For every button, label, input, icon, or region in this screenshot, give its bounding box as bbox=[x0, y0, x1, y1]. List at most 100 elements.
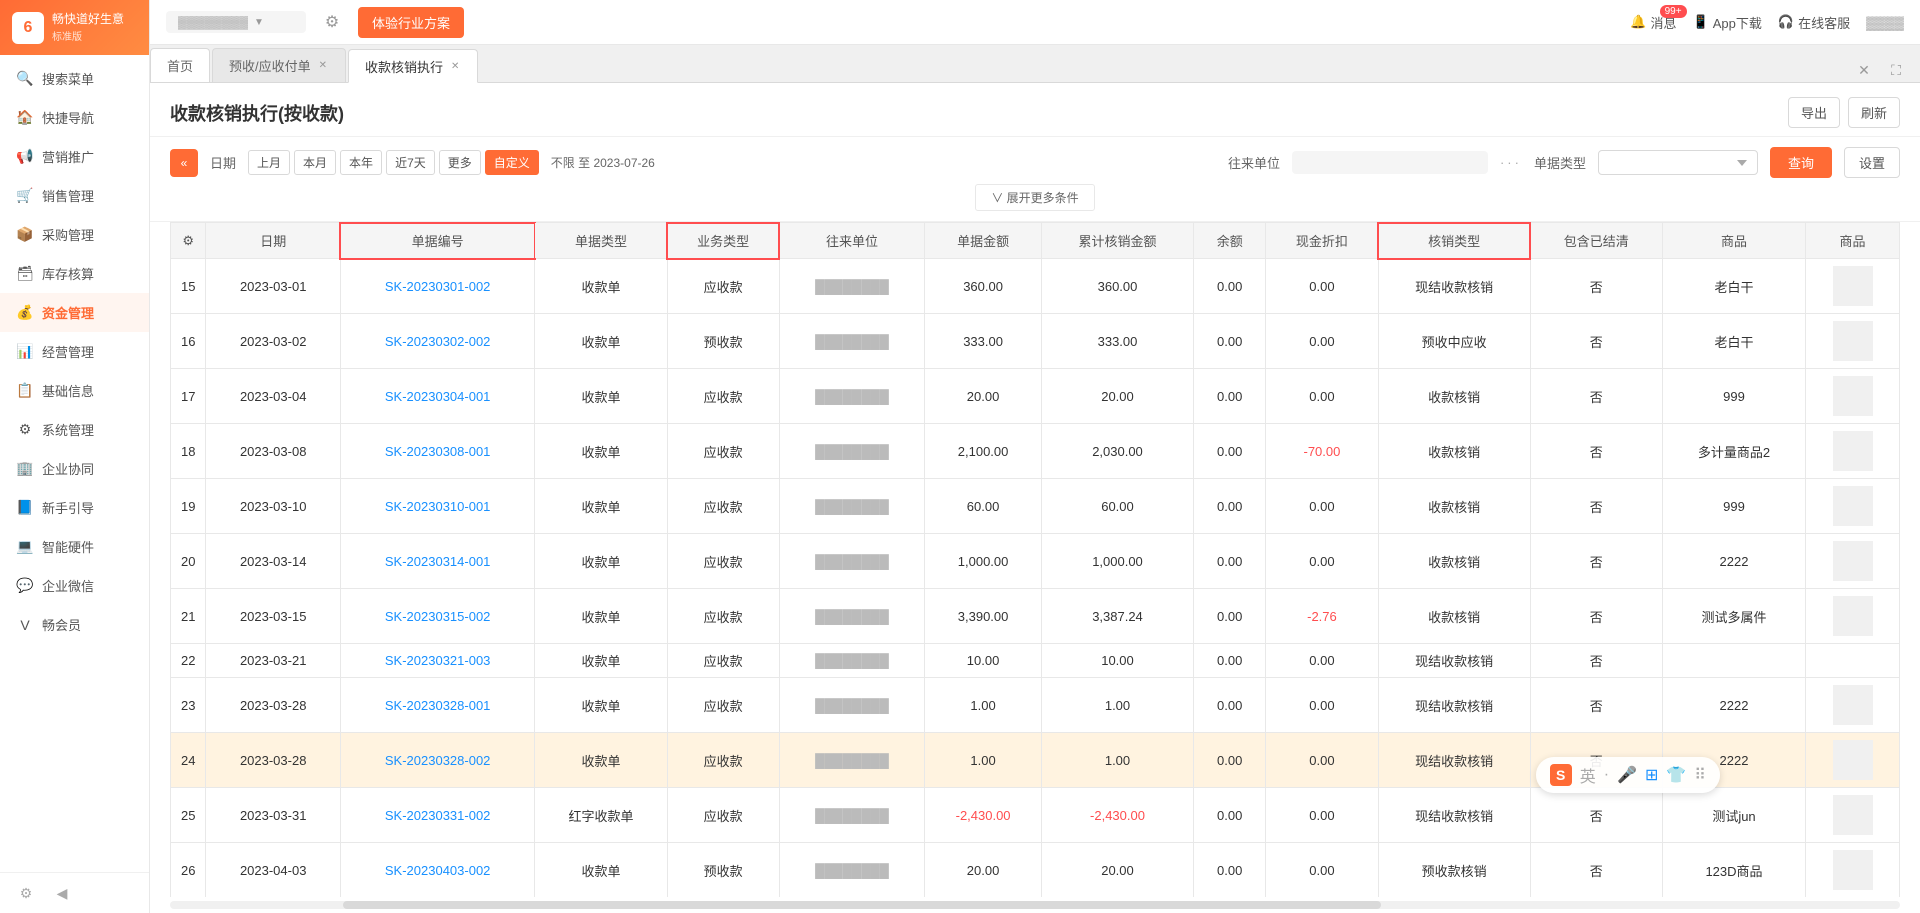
custom-date-button[interactable]: 自定义 bbox=[485, 150, 539, 175]
close-tab-icon[interactable]: ✕ bbox=[1852, 58, 1876, 82]
row-verified: 60.00 bbox=[1041, 479, 1193, 534]
query-button[interactable]: 查询 bbox=[1770, 147, 1832, 178]
bill-no-link[interactable]: SK-20230301-002 bbox=[385, 279, 491, 294]
watermark-mic-icon[interactable]: 🎤 bbox=[1617, 765, 1637, 785]
row-balance: 0.00 bbox=[1194, 788, 1266, 843]
watermark-text-icon[interactable]: 英 bbox=[1580, 763, 1596, 787]
row-bill-no: SK-20230321-003 bbox=[340, 644, 534, 678]
sidebar-item-operations[interactable]: 📊 经营管理 bbox=[0, 332, 149, 371]
row-product: 2222 bbox=[1662, 678, 1805, 733]
bill-no-link[interactable]: SK-20230328-001 bbox=[385, 698, 491, 713]
this-year-button[interactable]: 本年 bbox=[340, 150, 382, 175]
row-product2 bbox=[1806, 644, 1900, 678]
col-settings[interactable]: ⚙ bbox=[171, 223, 206, 259]
tab-home[interactable]: 首页 bbox=[150, 48, 210, 82]
sidebar: 6 畅快道好生意 标准版 🔍 搜索菜单 🏠 快捷导航 📢 营销推广 🛒 销售管理… bbox=[0, 0, 150, 913]
watermark-shirt-icon[interactable]: 👕 bbox=[1666, 765, 1686, 785]
refresh-button[interactable]: 刷新 bbox=[1848, 97, 1900, 128]
row-settled: 否 bbox=[1530, 369, 1662, 424]
bill-no-link[interactable]: SK-20230308-001 bbox=[385, 444, 491, 459]
tab-prepay-close[interactable]: ✕ bbox=[317, 58, 329, 73]
column-settings-icon[interactable]: ⚙ bbox=[182, 233, 194, 248]
row-bill-type: 收款单 bbox=[535, 843, 667, 898]
row-bill-type: 收款单 bbox=[535, 678, 667, 733]
row-discount: 0.00 bbox=[1266, 369, 1378, 424]
watermark-dot-icon[interactable]: · bbox=[1604, 766, 1609, 784]
watermark-apps-icon[interactable]: ⠿ bbox=[1694, 765, 1706, 785]
online-service-button[interactable]: 🎧 在线客服 bbox=[1778, 13, 1850, 32]
sidebar-item-quicknav[interactable]: 🏠 快捷导航 bbox=[0, 98, 149, 137]
scroll-indicator bbox=[170, 901, 1900, 909]
maximize-icon[interactable]: ⛶ bbox=[1884, 58, 1908, 82]
sidebar-item-basicinfo[interactable]: 📋 基础信息 bbox=[0, 371, 149, 410]
expand-more-conditions[interactable]: ∨ 展开更多条件 bbox=[975, 184, 1095, 211]
sidebar-item-marketing[interactable]: 📢 营销推广 bbox=[0, 137, 149, 176]
row-bill-type: 收款单 bbox=[535, 424, 667, 479]
watermark-grid-icon[interactable]: ⊞ bbox=[1645, 765, 1658, 785]
row-discount: 0.00 bbox=[1266, 843, 1378, 898]
sidebar-item-system[interactable]: ⚙ 系统管理 bbox=[0, 410, 149, 449]
table-row: 15 2023-03-01 SK-20230301-002 收款单 应收款 ██… bbox=[171, 259, 1900, 314]
counterpart-input[interactable] bbox=[1292, 151, 1488, 174]
app-download-button[interactable]: 📱 App下载 bbox=[1693, 13, 1762, 32]
sidebar-item-member[interactable]: V 畅会员 bbox=[0, 605, 149, 644]
table-row: 19 2023-03-10 SK-20230310-001 收款单 应收款 ██… bbox=[171, 479, 1900, 534]
sidebar-item-corp[interactable]: 🏢 企业协同 bbox=[0, 449, 149, 488]
row-date: 2023-03-01 bbox=[206, 259, 340, 314]
workspace-selector[interactable]: ▓▓▓▓▓▓▓▓ ▼ bbox=[166, 11, 306, 33]
bill-no-link[interactable]: SK-20230328-002 bbox=[385, 753, 491, 768]
sidebar-bottom: ⚙ ◀ bbox=[0, 872, 149, 913]
row-counterpart: ████████ bbox=[779, 534, 925, 589]
bill-no-link[interactable]: SK-20230302-002 bbox=[385, 334, 491, 349]
bill-no-link[interactable]: SK-20230331-002 bbox=[385, 808, 491, 823]
col-bill-type: 单据类型 bbox=[535, 223, 667, 259]
bill-no-link[interactable]: SK-20230304-001 bbox=[385, 389, 491, 404]
export-button[interactable]: 导出 bbox=[1788, 97, 1840, 128]
row-product2 bbox=[1806, 424, 1900, 479]
tab-collection-close[interactable]: ✕ bbox=[449, 59, 461, 74]
bill-no-link[interactable]: SK-20230315-002 bbox=[385, 609, 491, 624]
bill-no-link[interactable]: SK-20230321-003 bbox=[385, 653, 491, 668]
tab-collection[interactable]: 收款核销执行 ✕ bbox=[348, 49, 478, 83]
sidebar-item-search[interactable]: 🔍 搜索菜单 bbox=[0, 59, 149, 98]
receipt-type-label: 单据类型 bbox=[1534, 153, 1586, 172]
row-product2 bbox=[1806, 733, 1900, 788]
bill-no-link[interactable]: SK-20230314-001 bbox=[385, 554, 491, 569]
sidebar-item-hardware[interactable]: 💻 智能硬件 bbox=[0, 527, 149, 566]
receipt-type-select[interactable] bbox=[1598, 150, 1758, 175]
filter-dots: ··· bbox=[1500, 155, 1522, 170]
row-amount: 20.00 bbox=[925, 843, 1042, 898]
this-month-button[interactable]: 本月 bbox=[294, 150, 336, 175]
last-month-button[interactable]: 上月 bbox=[248, 150, 290, 175]
table-row: 21 2023-03-15 SK-20230315-002 收款单 应收款 ██… bbox=[171, 589, 1900, 644]
solution-button[interactable]: 体验行业方案 bbox=[358, 7, 464, 38]
sidebar-item-guide[interactable]: 📘 新手引导 bbox=[0, 488, 149, 527]
row-verified: 1.00 bbox=[1041, 733, 1193, 788]
col-product: 商品 bbox=[1662, 223, 1805, 259]
settings-bottom-icon[interactable]: ⚙ bbox=[16, 883, 36, 903]
notice-button[interactable]: 🔔 消息 99+ bbox=[1630, 13, 1676, 32]
sidebar-item-inventory[interactable]: 🗃 库存核算 bbox=[0, 254, 149, 293]
last-7days-button[interactable]: 近7天 bbox=[386, 150, 435, 175]
collapse-icon[interactable]: ◀ bbox=[52, 883, 72, 903]
table-row: 16 2023-03-02 SK-20230302-002 收款单 预收款 ██… bbox=[171, 314, 1900, 369]
filter-collapse-button[interactable]: « bbox=[170, 149, 198, 177]
counterpart-label: 往来单位 bbox=[1228, 153, 1280, 172]
row-biz-type: 应收款 bbox=[667, 424, 779, 479]
row-settled: 否 bbox=[1530, 534, 1662, 589]
sidebar-item-wechat[interactable]: 💬 企业微信 bbox=[0, 566, 149, 605]
sidebar-item-sales[interactable]: 🛒 销售管理 bbox=[0, 176, 149, 215]
row-biz-type: 预收款 bbox=[667, 314, 779, 369]
sidebar-item-finance[interactable]: 💰 资金管理 bbox=[0, 293, 149, 332]
filter-setting-button[interactable]: 设置 bbox=[1844, 147, 1900, 178]
sidebar-item-purchase[interactable]: 📦 采购管理 bbox=[0, 215, 149, 254]
tab-prepay[interactable]: 预收/应收付单 ✕ bbox=[212, 48, 346, 82]
row-verified: 360.00 bbox=[1041, 259, 1193, 314]
row-bill-type: 收款单 bbox=[535, 644, 667, 678]
settings-gear-icon[interactable]: ⚙ bbox=[318, 8, 346, 36]
more-date-button[interactable]: 更多 bbox=[439, 150, 481, 175]
row-product2 bbox=[1806, 534, 1900, 589]
bill-no-link[interactable]: SK-20230310-001 bbox=[385, 499, 491, 514]
row-bill-no: SK-20230315-002 bbox=[340, 589, 534, 644]
bill-no-link[interactable]: SK-20230403-002 bbox=[385, 863, 491, 878]
